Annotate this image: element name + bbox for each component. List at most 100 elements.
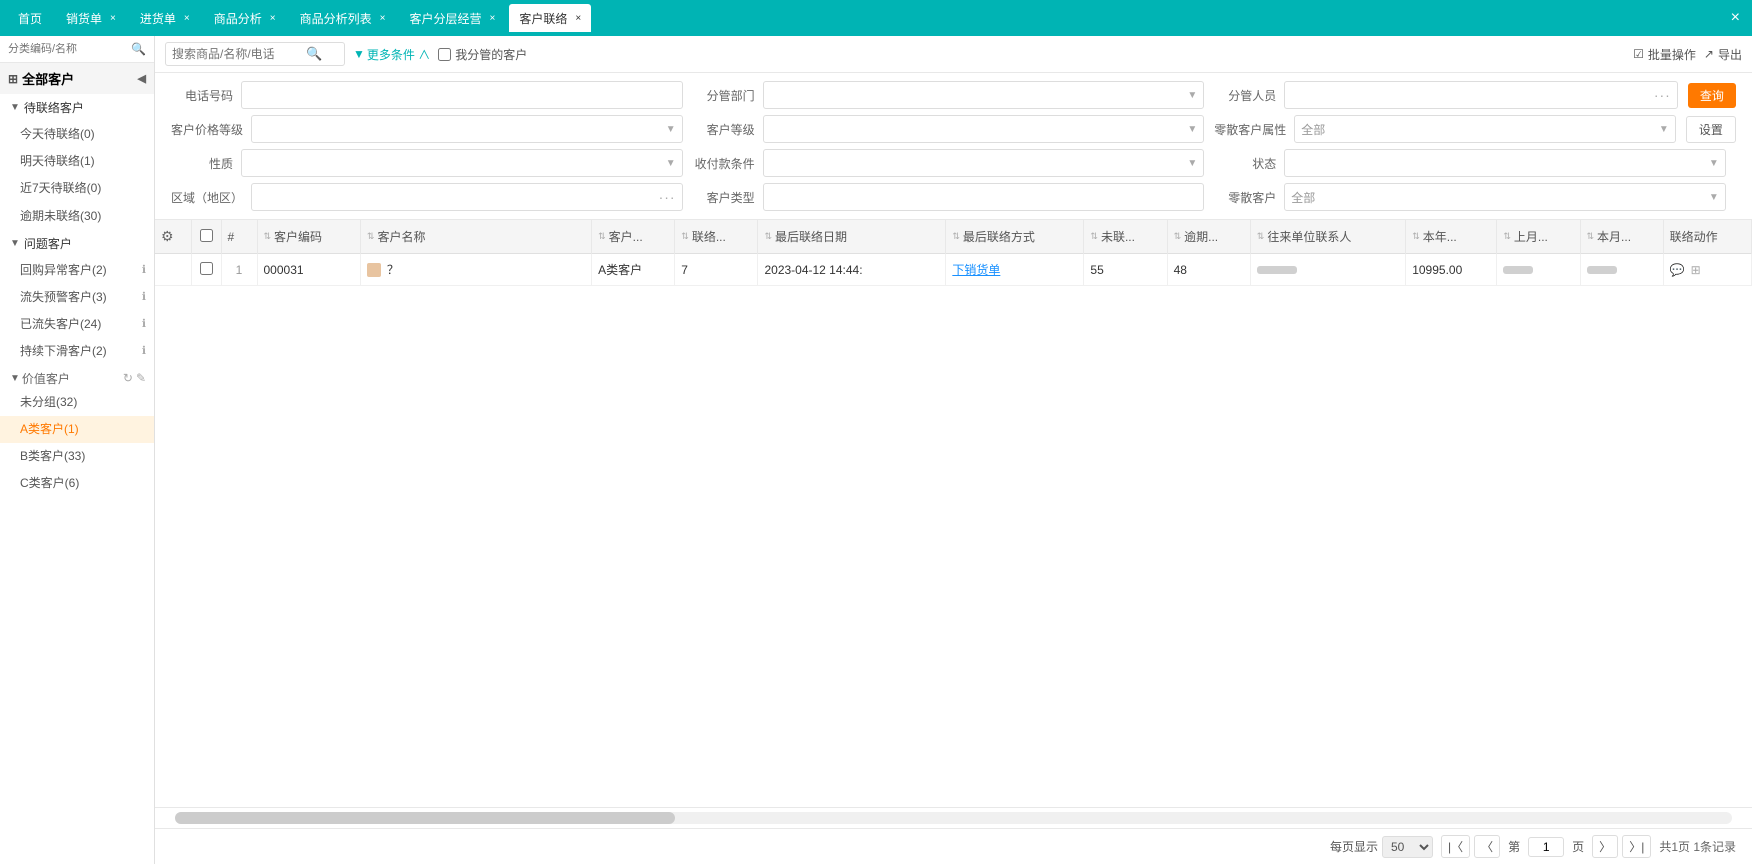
th-action: 联络动作	[1663, 220, 1751, 254]
nav-customer-contact-label: 客户联络	[519, 10, 567, 27]
sidebar-item-today[interactable]: 今天待联络(0)	[0, 121, 154, 148]
export-btn[interactable]: ↗ 导出	[1704, 46, 1742, 63]
more-conditions-btn[interactable]: ▼ 更多条件 ∧	[353, 46, 430, 63]
th-contacts-person[interactable]: ⇅ 往来单位联系人	[1250, 220, 1405, 254]
th-last-method[interactable]: ⇅ 最后联络方式	[946, 220, 1084, 254]
filter-region-label: 区域（地区）	[171, 189, 251, 206]
filter-customer-type-input[interactable]	[763, 183, 1205, 211]
filter-region: 区域（地区） ···	[171, 183, 693, 211]
th-last-date[interactable]: ⇅ 最后联络日期	[758, 220, 946, 254]
filter-price-level-select[interactable]: ▼	[251, 115, 683, 143]
nav-purchase-close[interactable]: ×	[184, 13, 190, 24]
sidebar-item-overdue[interactable]: 逾期未联络(30)	[0, 203, 154, 230]
page-nav: |〈 〈 第 页 〉 〉|	[1441, 835, 1651, 858]
sidebar-item-repurchase-abnormal[interactable]: 回购异常客户(2) ℹ	[0, 257, 154, 284]
sidebar-item-declining[interactable]: 持续下滑客户(2) ℹ	[0, 338, 154, 365]
filter-nature-select[interactable]: ▼	[241, 149, 683, 177]
nav-analysis-close[interactable]: ×	[270, 13, 276, 24]
my-customers-checkbox-label[interactable]: 我分管的客户	[438, 46, 527, 63]
horizontal-scrollbar[interactable]	[175, 812, 1732, 824]
table-settings-icon[interactable]: ⚙	[161, 228, 174, 244]
grid-action-icon[interactable]: ⊞	[1691, 263, 1701, 277]
filter-phone-input[interactable]	[241, 81, 683, 109]
query-btn[interactable]: 查询	[1688, 83, 1736, 108]
page-size-select[interactable]: 50 100 200	[1382, 836, 1433, 858]
row-checkbox[interactable]	[200, 262, 213, 275]
nav-customer-layer-close[interactable]: ×	[489, 13, 495, 24]
row-year-amount: 10995.00	[1412, 263, 1462, 277]
sidebar-section-pending[interactable]: ▼ 待联络客户	[0, 94, 154, 121]
settings-btn[interactable]: 设置	[1686, 116, 1736, 143]
th-no-contact-label: 未联...	[1101, 228, 1135, 245]
th-overdue[interactable]: ⇅ 逾期...	[1167, 220, 1250, 254]
sidebar-item-a-class[interactable]: A类客户(1)	[0, 416, 154, 443]
th-last-method-label: 最后联络方式	[963, 228, 1035, 245]
th-name[interactable]: ⇅ 客户名称	[360, 220, 591, 254]
sidebar-item-c-class[interactable]: C类客户(6)	[0, 470, 154, 497]
sidebar-item-churned[interactable]: 已流失客户(24) ℹ	[0, 311, 154, 338]
next-page-btn[interactable]: 〉	[1592, 835, 1618, 858]
nav-analysis[interactable]: 商品分析 ×	[204, 4, 286, 32]
window-close-button[interactable]: ×	[1727, 5, 1744, 31]
th-no-contact[interactable]: ⇅ 未联...	[1084, 220, 1167, 254]
th-year-label: 本年...	[1423, 228, 1457, 245]
nav-home[interactable]: 首页	[8, 4, 52, 32]
edit-icon[interactable]: ✎	[136, 371, 146, 385]
th-last-month-label: 上月...	[1514, 228, 1548, 245]
th-this-month[interactable]: ⇅ 本月...	[1580, 220, 1663, 254]
td-year-amount: 10995.00	[1406, 254, 1497, 286]
th-this-month-sort-icon: ⇅	[1587, 231, 1595, 242]
collapse-icon[interactable]: ◀	[138, 72, 146, 85]
sidebar-all-customers[interactable]: ⊞ 全部客户 ◀	[0, 63, 154, 94]
info-icon-4: ℹ	[142, 343, 146, 361]
th-contacts-sort-icon: ⇅	[1257, 231, 1265, 242]
chat-icon[interactable]: 💬	[1670, 263, 1685, 277]
nav-customer-layer[interactable]: 客户分层经营 ×	[399, 4, 505, 32]
nav-customer-contact-close[interactable]: ×	[575, 13, 581, 24]
th-contact[interactable]: ⇅ 联络...	[675, 220, 758, 254]
my-customers-checkbox[interactable]	[438, 48, 451, 61]
filter-status-select[interactable]: ▼	[1284, 149, 1726, 177]
nav-customer-contact[interactable]: 客户联络 ×	[509, 4, 591, 32]
td-num: 1	[221, 254, 257, 286]
sidebar-item-b-class[interactable]: B类客户(33)	[0, 443, 154, 470]
horizontal-scrollbar-thumb[interactable]	[175, 812, 675, 824]
nav-analysis-list-close[interactable]: ×	[380, 13, 386, 24]
prev-page-btn[interactable]: 〈	[1474, 835, 1500, 858]
nav-sales-close[interactable]: ×	[110, 13, 116, 24]
th-type[interactable]: ⇅ 客户...	[592, 220, 675, 254]
th-code[interactable]: ⇅ 客户编码	[257, 220, 360, 254]
select-all-checkbox[interactable]	[200, 229, 213, 242]
refresh-icon[interactable]: ↻	[123, 371, 133, 385]
filter-search-input[interactable]	[172, 47, 302, 61]
filter-payment-select[interactable]: ▼	[763, 149, 1205, 177]
sidebar-item-churn-warning[interactable]: 流失预警客户(3) ℹ	[0, 284, 154, 311]
nav-analysis-list[interactable]: 商品分析列表 ×	[290, 4, 396, 32]
sidebar-section-problem[interactable]: ▼ 问题客户	[0, 230, 154, 257]
sidebar-item-7days[interactable]: 近7天待联络(0)	[0, 175, 154, 202]
filter-region-input[interactable]: ···	[251, 183, 683, 211]
filter-manager-input[interactable]: ···	[1284, 81, 1678, 109]
filter-customer-level-select[interactable]: ▼	[763, 115, 1205, 143]
filter-dept-select[interactable]: ▼	[763, 81, 1205, 109]
page-input[interactable]	[1528, 837, 1564, 857]
nav-sales[interactable]: 销货单 ×	[56, 4, 126, 32]
filter-manager: 分管人员 ··· 查询	[1214, 81, 1736, 109]
pagination: 每页显示 50 100 200 |〈 〈 第 页 〉 〉| 共1页 1条记录	[155, 828, 1752, 864]
filter-scattered-select[interactable]: 全部 ▼	[1284, 183, 1726, 211]
batch-ops-btn[interactable]: ☑ 批量操作	[1633, 46, 1696, 63]
filter-dept: 分管部门 ▼	[693, 81, 1215, 109]
th-year-amount[interactable]: ⇅ 本年...	[1406, 220, 1497, 254]
nav-purchase[interactable]: 进货单 ×	[130, 4, 200, 32]
customer-level-dropdown: ▼	[1187, 124, 1197, 135]
sidebar-item-tomorrow[interactable]: 明天待联络(1)	[0, 148, 154, 175]
th-last-month[interactable]: ⇅ 上月...	[1497, 220, 1580, 254]
sidebar-item-ungrouped[interactable]: 未分组(32)	[0, 389, 154, 416]
th-last-month-sort-icon: ⇅	[1503, 231, 1511, 242]
filter-scattered-attr-select[interactable]: 全部 ▼	[1294, 115, 1676, 143]
sidebar-search-input[interactable]	[8, 43, 127, 55]
row-last-method[interactable]: 下销货单	[952, 263, 1000, 277]
first-page-btn[interactable]: |〈	[1441, 835, 1470, 858]
last-page-btn[interactable]: 〉|	[1622, 835, 1651, 858]
th-contact-sort-icon: ⇅	[681, 231, 689, 242]
